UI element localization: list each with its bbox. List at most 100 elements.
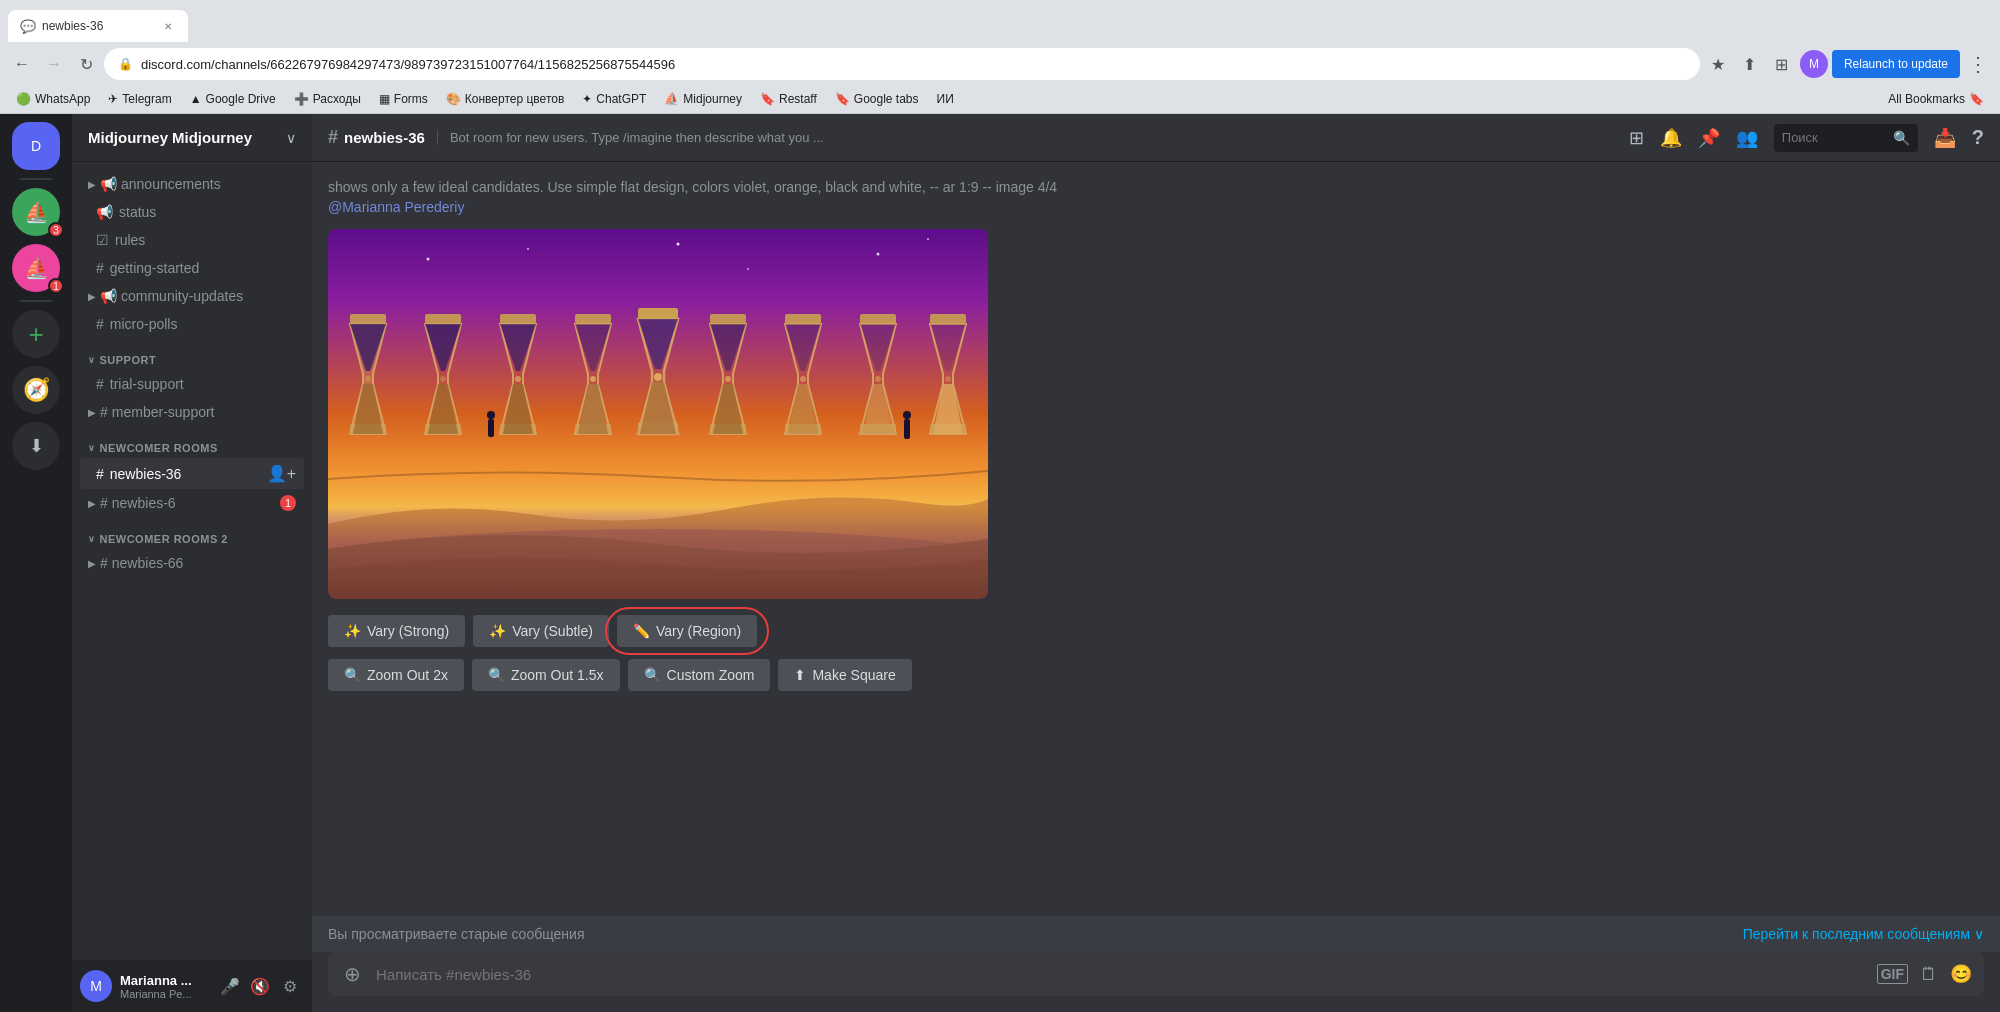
server-download-button[interactable]: ⬇ <box>12 422 60 470</box>
browser-tabs-bar: 💬 newbies-36 ✕ <box>0 0 2000 42</box>
attach-button[interactable]: ⊕ <box>340 962 364 986</box>
browser-menu-icon[interactable]: ⋮ <box>1964 52 1992 76</box>
vary-region-icon: ✏️ <box>633 623 650 639</box>
search-bar[interactable]: 🔍 <box>1774 124 1918 152</box>
back-button[interactable]: ← <box>8 50 36 78</box>
make-square-label: Make Square <box>812 667 895 683</box>
channel-item-status[interactable]: 📢 status <box>80 198 304 226</box>
sidebar-header[interactable]: Midjourney Midjourney ∨ <box>72 114 312 162</box>
svg-rect-16 <box>500 314 536 324</box>
search-input[interactable] <box>1782 130 1887 145</box>
arrow-icon: ▶ <box>88 179 96 190</box>
server-explore-button[interactable]: 🧭 <box>12 366 60 414</box>
bookmarks-bar: 🟢 WhatsApp ✈ Telegram ▲ Google Drive ➕ Р… <box>0 86 2000 114</box>
bookmark-telegram[interactable]: ✈ Telegram <box>100 90 179 108</box>
svg-rect-19 <box>488 419 494 437</box>
message-image <box>328 229 988 599</box>
inbox-icon[interactable]: 📥 <box>1934 127 1956 149</box>
sticker-icon[interactable]: 🗒 <box>1920 964 1938 985</box>
category-newcomer-rooms-2[interactable]: ∨ NEWCOMER ROOMS 2 <box>72 517 312 549</box>
settings-button[interactable]: ⚙ <box>276 972 304 1000</box>
nr2-chevron: ∨ <box>88 534 96 544</box>
bookmark-expenses-label: Расходы <box>313 92 361 106</box>
chat-input-field[interactable] <box>376 966 1865 983</box>
bookmark-expenses[interactable]: ➕ Расходы <box>286 90 369 108</box>
deafen-button[interactable]: 🔇 <box>246 972 274 1000</box>
channel-item-newbies-66[interactable]: ▶ # newbies-66 <box>80 549 304 577</box>
bookmark-restaff[interactable]: 🔖 Restaff <box>752 90 825 108</box>
chevron-down-icon: ∨ <box>286 130 296 146</box>
share-icon[interactable]: ⬆ <box>1736 50 1764 78</box>
jump-arrow-icon: ∨ <box>1974 926 1984 942</box>
tab-close-icon[interactable]: ✕ <box>160 18 176 34</box>
bookmark-color-converter[interactable]: 🎨 Конвертер цветов <box>438 90 572 108</box>
bookmark-star-icon[interactable]: ★ <box>1704 50 1732 78</box>
hashtag-action-icon[interactable]: ⊞ <box>1629 127 1644 149</box>
mention[interactable]: @Marianna Perederiy <box>328 199 464 215</box>
make-square-button[interactable]: ⬆ Make Square <box>778 659 911 691</box>
address-bar[interactable]: 🔒 discord.com/channels/66226797698429747… <box>104 48 1700 80</box>
grid-view-icon[interactable]: ⊞ <box>1768 50 1796 78</box>
reload-button[interactable]: ↻ <box>72 50 100 78</box>
server-badge-1: 3 <box>48 222 64 238</box>
zoom-out-1-5x-button[interactable]: 🔍 Zoom Out 1.5x <box>472 659 620 691</box>
jump-to-latest[interactable]: Перейти к последним сообщениям ∨ <box>1743 926 1984 942</box>
forward-button[interactable]: → <box>40 50 68 78</box>
svg-point-37 <box>903 411 911 419</box>
bookmark-chatgpt[interactable]: ✦ ChatGPT <box>574 90 654 108</box>
channel-item-community-updates[interactable]: ▶ 📢 community-updates <box>80 282 304 310</box>
server-icon-home[interactable]: D <box>12 122 60 170</box>
messages-area: shows only a few ideal candidates. Use s… <box>312 162 2000 916</box>
rules-name: rules <box>115 232 145 248</box>
channel-item-newbies-6[interactable]: ▶ # newbies-6 1 <box>80 489 304 517</box>
emoji-icon[interactable]: 😊 <box>1950 963 1972 985</box>
channel-item-announcements[interactable]: ▶ 📢 announcements <box>80 170 304 198</box>
midjourney-icon: ⛵ <box>664 92 679 106</box>
add-member-icon[interactable]: 👤+ <box>267 464 296 483</box>
bookmark-google-tabs[interactable]: 🔖 Google tabs <box>827 90 927 108</box>
profile-btn[interactable]: M <box>1800 50 1828 78</box>
channel-item-member-support[interactable]: ▶ # member-support <box>80 398 304 426</box>
getting-started-name: getting-started <box>110 260 200 276</box>
custom-zoom-button[interactable]: 🔍 Custom Zoom <box>628 659 771 691</box>
channel-item-trial-support[interactable]: # trial-support <box>80 370 304 398</box>
svg-point-12 <box>365 376 371 382</box>
zoom-out-2x-button[interactable]: 🔍 Zoom Out 2x <box>328 659 464 691</box>
server-icon-sailboat2[interactable]: ⛵ 1 <box>12 244 60 292</box>
vary-subtle-button[interactable]: ✨ Vary (Subtle) <box>473 615 609 647</box>
svg-point-6 <box>747 268 749 270</box>
zoom-out-1-5x-label: Zoom Out 1.5x <box>511 667 604 683</box>
members-icon[interactable]: 👥 <box>1736 127 1758 149</box>
bookmark-whatsapp[interactable]: 🟢 WhatsApp <box>8 90 98 108</box>
browser-nav-bar: ← → ↻ 🔒 discord.com/channels/66226797698… <box>0 42 2000 86</box>
server-add-button[interactable]: + <box>12 310 60 358</box>
bookmark-midjourney[interactable]: ⛵ Midjourney <box>656 90 750 108</box>
server-icon-sailboat1[interactable]: ⛵ 3 <box>12 188 60 236</box>
bookmark-forms[interactable]: ▦ Forms <box>371 90 436 108</box>
notification-icon[interactable]: 🔔 <box>1660 127 1682 149</box>
channel-item-newbies-36[interactable]: # newbies-36 👤+ <box>80 458 304 489</box>
vary-region-button[interactable]: ✏️ Vary (Region) <box>617 615 757 647</box>
whatsapp-icon: 🟢 <box>16 92 31 106</box>
sidebar-channels: ▶ 📢 announcements 📢 status ☑ rules # get… <box>72 162 312 960</box>
category-newcomer-rooms[interactable]: ∨ NEWCOMER ROOMS <box>72 426 312 458</box>
bookmark-google-drive[interactable]: ▲ Google Drive <box>182 90 284 108</box>
gif-icon[interactable]: GIF <box>1877 964 1908 984</box>
category-support[interactable]: ∨ SUPPORT <box>72 338 312 370</box>
mute-button[interactable]: 🎤 <box>216 972 244 1000</box>
help-icon[interactable]: ? <box>1972 126 1984 149</box>
getting-started-icon: # <box>96 260 104 276</box>
bookmark-all[interactable]: All Bookmarks 🔖 <box>1880 90 1992 108</box>
channel-item-getting-started[interactable]: # getting-started <box>80 254 304 282</box>
svg-point-23 <box>590 376 596 382</box>
channel-item-micro-polls[interactable]: # micro-polls <box>80 310 304 338</box>
vary-strong-icon: ✨ <box>344 623 361 639</box>
bookmark-ii[interactable]: ИИ <box>929 90 962 108</box>
svg-point-32 <box>800 376 806 382</box>
pin-icon[interactable]: 📌 <box>1698 127 1720 149</box>
channel-item-rules[interactable]: ☑ rules <box>80 226 304 254</box>
header-actions: ⊞ 🔔 📌 👥 🔍 📥 ? <box>1629 124 1984 152</box>
vary-strong-button[interactable]: ✨ Vary (Strong) <box>328 615 465 647</box>
browser-tab[interactable]: 💬 newbies-36 ✕ <box>8 10 188 42</box>
relaunch-button[interactable]: Relaunch to update <box>1832 50 1960 78</box>
